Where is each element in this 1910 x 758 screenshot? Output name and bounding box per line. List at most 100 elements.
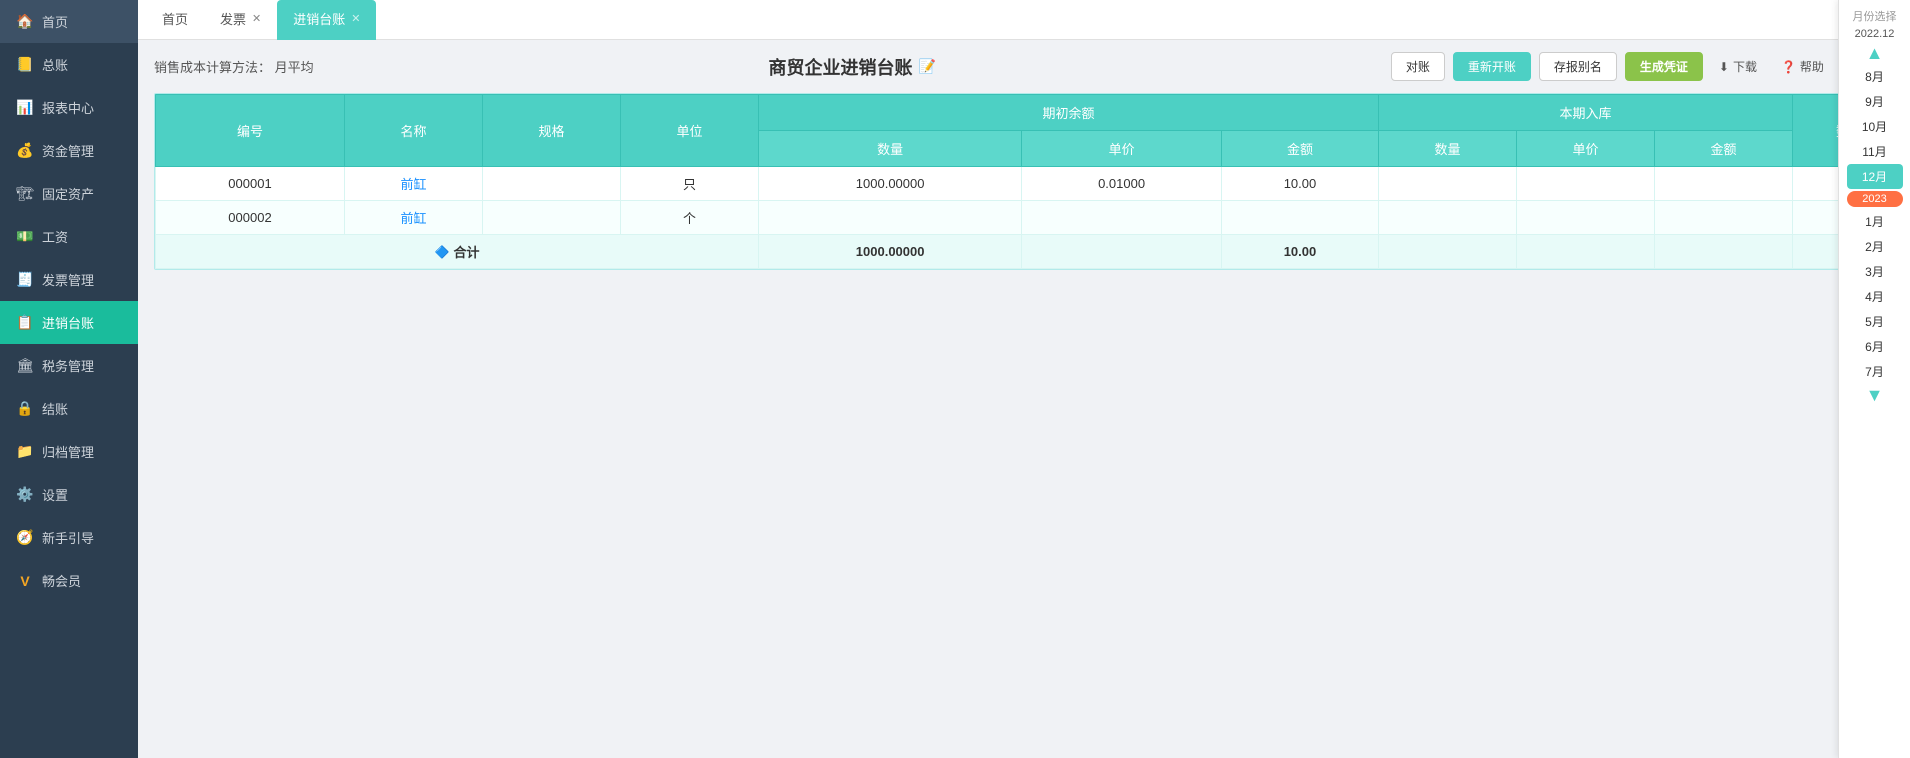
col-ob-amount: 金额 xyxy=(1221,131,1378,167)
tab-purchase-sales-ledger[interactable]: 进销台账 ✕ xyxy=(277,0,376,40)
cell-ob-price: 0.01000 xyxy=(1022,167,1222,201)
archive-icon: 📁 xyxy=(16,443,34,461)
tab-purchase-sales-ledger-label: 进销台账 xyxy=(293,9,345,28)
month-item-2023-3[interactable]: 3月 xyxy=(1847,259,1903,284)
sidebar-item-general-ledger[interactable]: 📒 总账 xyxy=(0,43,138,86)
sidebar-item-archive-management[interactable]: 📁 归档管理 xyxy=(0,430,138,473)
cost-method-value: 月平均 xyxy=(275,60,314,75)
sidebar-item-home[interactable]: 🏠 首页 xyxy=(0,0,138,43)
cell-in-amount xyxy=(1655,167,1793,201)
col-spec: 规格 xyxy=(483,95,621,167)
month-item-2023-6[interactable]: 6月 xyxy=(1847,334,1903,359)
cell-code: 000002 xyxy=(156,201,345,235)
guide-icon: 🧭 xyxy=(16,529,34,547)
table-row: 000002 前缸 个 xyxy=(156,201,1893,235)
month-item-2023-2[interactable]: 2月 xyxy=(1847,234,1903,259)
total-label-cell: 🔷 合计 xyxy=(156,235,759,269)
tab-invoice-close[interactable]: ✕ xyxy=(252,12,261,25)
cell-ob-amount xyxy=(1221,201,1378,235)
sidebar-item-settings-label: 设置 xyxy=(42,485,68,504)
table-wrapper: 编号 名称 规格 单位 期初余额 本期入库 数 数量 单价 金额 数量 单价 xyxy=(154,93,1894,270)
cell-code: 000001 xyxy=(156,167,345,201)
total-in-price xyxy=(1517,235,1655,269)
table-row: 000001 前缸 只 1000.00000 0.01000 10.00 xyxy=(156,167,1893,201)
edit-title-icon[interactable]: 📝 xyxy=(919,58,936,75)
cell-spec xyxy=(483,167,621,201)
sidebar-item-fund-management[interactable]: 💰 资金管理 xyxy=(0,129,138,172)
month-item-2023-1[interactable]: 1月 xyxy=(1847,209,1903,234)
sidebar-item-new-user-guide[interactable]: 🧭 新手引导 xyxy=(0,516,138,559)
month-selector-panel: 月份选择 2022.12 ▲ 8月 9月 10月 11月 12月 2023 1月… xyxy=(1838,0,1910,758)
month-item-2023-7[interactable]: 7月 xyxy=(1847,359,1903,384)
content-area: 销售成本计算方法： 月平均 商贸企业进销台账 📝 对账 重新开账 存报别名 生成… xyxy=(138,40,1910,758)
col-in-price: 单价 xyxy=(1517,131,1655,167)
col-current-period-in: 本期入库 xyxy=(1379,95,1793,131)
cell-ob-amount: 10.00 xyxy=(1221,167,1378,201)
sidebar-item-settings[interactable]: ⚙️ 设置 xyxy=(0,473,138,516)
month-item-8[interactable]: 8月 xyxy=(1847,64,1903,89)
month-item-11[interactable]: 11月 xyxy=(1847,139,1903,164)
help-button[interactable]: ❓ 帮助 xyxy=(1773,53,1832,80)
sidebar-item-vip-member[interactable]: V 畅会员 xyxy=(0,559,138,602)
month-item-9[interactable]: 9月 xyxy=(1847,89,1903,114)
total-ob-price xyxy=(1022,235,1222,269)
month-item-12[interactable]: 12月 xyxy=(1847,164,1903,189)
page-title: 商贸企业进销台账 📝 xyxy=(769,54,936,80)
sidebar-item-invoice-management-label: 发票管理 xyxy=(42,270,94,289)
total-label-text: 合计 xyxy=(453,242,479,261)
sidebar-item-payroll[interactable]: 💵 工资 xyxy=(0,215,138,258)
cell-ob-qty xyxy=(759,201,1022,235)
sidebar-item-vip-member-label: 畅会员 xyxy=(42,571,81,590)
col-name: 名称 xyxy=(345,95,483,167)
tab-home[interactable]: 首页 xyxy=(146,0,204,40)
cell-in-qty xyxy=(1379,167,1517,201)
col-opening-balance: 期初余额 xyxy=(759,95,1379,131)
tax-icon: 🏛 xyxy=(16,357,34,375)
sidebar-item-invoice-management[interactable]: 🧾 发票管理 xyxy=(0,258,138,301)
cell-unit: 个 xyxy=(621,201,759,235)
reconcile-button[interactable]: 对账 xyxy=(1391,52,1445,81)
invoice-icon: 🧾 xyxy=(16,271,34,289)
fixed-assets-icon: 🏗 xyxy=(16,185,34,203)
report-icon: 📊 xyxy=(16,99,34,117)
cell-in-amount xyxy=(1655,201,1793,235)
cell-ob-price xyxy=(1022,201,1222,235)
total-row: 🔷 合计 1000.00000 10.00 xyxy=(156,235,1893,269)
month-item-2023-4[interactable]: 4月 xyxy=(1847,284,1903,309)
total-in-amount xyxy=(1655,235,1793,269)
tab-purchase-sales-close[interactable]: ✕ xyxy=(351,12,360,25)
sidebar-item-fixed-assets[interactable]: 🏗 固定资产 xyxy=(0,172,138,215)
cell-unit: 只 xyxy=(621,167,759,201)
col-in-qty: 数量 xyxy=(1379,131,1517,167)
sidebar-item-tax-management[interactable]: 🏛 税务管理 xyxy=(0,344,138,387)
sidebar-item-report-center[interactable]: 📊 报表中心 xyxy=(0,86,138,129)
toolbar: 对账 重新开账 存报别名 生成凭证 ⬇ 下载 ❓ 帮助 ↻ 刷新 xyxy=(1391,52,1894,81)
sidebar-item-purchase-sales-ledger[interactable]: 📋 进销台账 xyxy=(0,301,138,344)
scroll-down-button[interactable]: ▼ xyxy=(1864,384,1886,406)
save-as-button[interactable]: 存报别名 xyxy=(1539,52,1617,81)
download-button[interactable]: ⬇ 下载 xyxy=(1711,53,1765,80)
tab-invoice[interactable]: 发票 ✕ xyxy=(204,0,277,40)
month-selector-title: 月份选择 xyxy=(1851,4,1899,26)
scroll-up-button[interactable]: ▲ xyxy=(1864,42,1886,64)
sidebar-item-close-accounts[interactable]: 🔒 结账 xyxy=(0,387,138,430)
total-in-qty xyxy=(1379,235,1517,269)
cell-name: 前缸 xyxy=(345,167,483,201)
sidebar-item-archive-management-label: 归档管理 xyxy=(42,442,94,461)
generate-voucher-button[interactable]: 生成凭证 xyxy=(1625,52,1703,81)
payroll-icon: 💵 xyxy=(16,228,34,246)
settings-icon: ⚙️ xyxy=(16,486,34,504)
month-item-10[interactable]: 10月 xyxy=(1847,114,1903,139)
tabs-bar: 首页 发票 ✕ 进销台账 ✕ ✕ ⤢ xyxy=(138,0,1910,40)
month-item-2023-5[interactable]: 5月 xyxy=(1847,309,1903,334)
year-2023-tag: 2023 xyxy=(1847,191,1903,207)
cost-method: 销售成本计算方法： 月平均 xyxy=(154,57,314,76)
main-table: 编号 名称 规格 单位 期初余额 本期入库 数 数量 单价 金额 数量 单价 xyxy=(155,94,1893,269)
sidebar-item-close-accounts-label: 结账 xyxy=(42,399,68,418)
col-unit: 单位 xyxy=(621,95,759,167)
vip-icon: V xyxy=(16,572,34,590)
col-code: 编号 xyxy=(156,95,345,167)
col-ob-price: 单价 xyxy=(1022,131,1222,167)
reopen-button[interactable]: 重新开账 xyxy=(1453,52,1531,81)
tab-invoice-label: 发票 xyxy=(220,9,246,28)
